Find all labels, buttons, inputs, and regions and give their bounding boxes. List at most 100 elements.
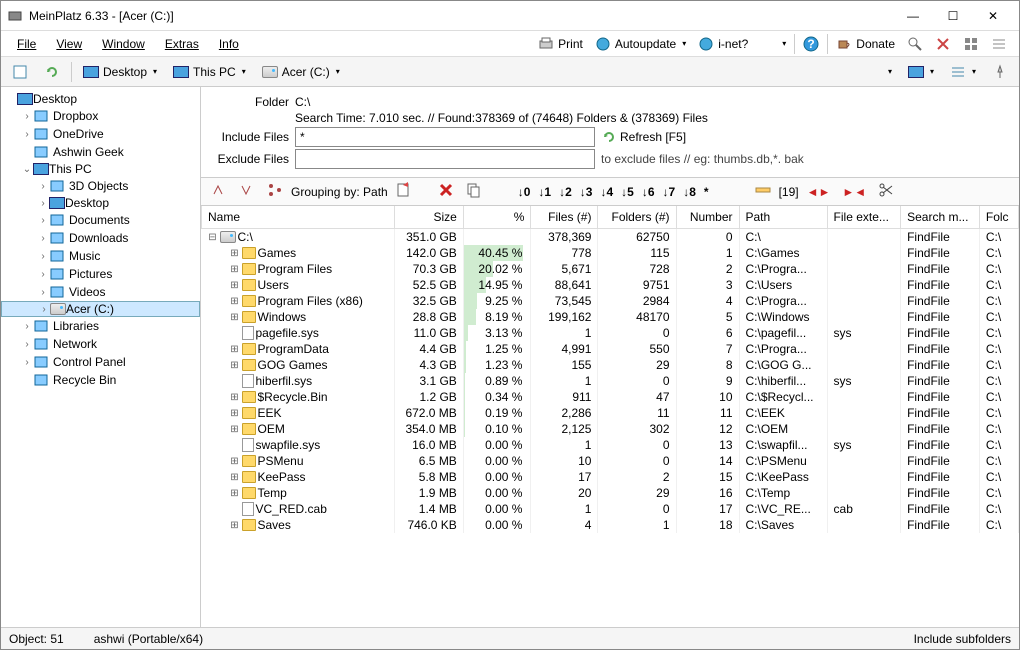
column-header[interactable]: Files (#) [531, 206, 598, 229]
copy-button[interactable] [462, 180, 486, 203]
table-row[interactable]: ⊞Games142.0 GB40.45 %7781151C:\GamesFind… [202, 245, 1019, 261]
tree-twisty[interactable]: › [37, 269, 49, 280]
level-L0[interactable]: ↓0 [514, 185, 535, 201]
resize-left-button[interactable]: ◄► [803, 183, 835, 201]
expand-toggle[interactable]: ⊞ [230, 424, 240, 435]
close-button[interactable]: ✕ [973, 2, 1013, 30]
expand-toggle[interactable]: ⊞ [230, 280, 240, 291]
tree-twisty[interactable]: › [37, 287, 49, 298]
tree-item-3d-objects[interactable]: ›3D Objects [1, 177, 200, 195]
file-grid[interactable]: NameSize%Files (#)Folders (#)NumberPathF… [201, 206, 1019, 627]
table-row[interactable]: hiberfil.sys3.1 GB0.89 %109C:\hiberfil..… [202, 373, 1019, 389]
tree-item-ashwin-geek[interactable]: Ashwin Geek [1, 143, 200, 161]
tree-twisty[interactable]: › [21, 321, 33, 332]
inet-button[interactable]: i-net?▾ [692, 34, 792, 54]
expand-toggle[interactable]: ⊞ [230, 312, 240, 323]
table-row[interactable]: ⊟C:\351.0 GB378,369627500C:\FindFileC:\ [202, 229, 1019, 246]
level-L5[interactable]: ↓5 [617, 185, 638, 201]
tree-item-this-pc[interactable]: ⌄This PC [1, 161, 200, 177]
donate-button[interactable]: Donate [830, 34, 901, 54]
toolbar-list[interactable]: ▾ [943, 60, 983, 84]
column-header[interactable]: Folc [979, 206, 1018, 229]
column-header[interactable]: Search m... [901, 206, 980, 229]
nav-new-button[interactable] [5, 60, 35, 84]
tool-icon-3[interactable] [957, 34, 985, 54]
include-files-input[interactable] [295, 127, 595, 147]
expand-toggle[interactable]: ⊞ [230, 392, 240, 403]
nav-refresh-button[interactable] [37, 60, 67, 84]
expand-toggle[interactable]: ⊞ [230, 520, 240, 531]
table-row[interactable]: ⊞Saves746.0 KB0.00 %4118C:\SavesFindFile… [202, 517, 1019, 533]
level-L3[interactable]: ↓3 [576, 185, 597, 201]
table-row[interactable]: ⊞EEK672.0 MB0.19 %2,2861111C:\EEKFindFil… [202, 405, 1019, 421]
level-L8[interactable]: ↓8 [679, 185, 700, 201]
level-L2[interactable]: ↓2 [555, 185, 576, 201]
tree-twisty[interactable]: › [21, 357, 33, 368]
tool-icon-4[interactable] [985, 34, 1013, 54]
tree-item-control-panel[interactable]: ›Control Panel [1, 353, 200, 371]
tree-item-downloads[interactable]: ›Downloads [1, 229, 200, 247]
tree-twisty[interactable]: › [37, 181, 49, 192]
expand-toggle[interactable]: ⊞ [230, 456, 240, 467]
tree-item-desktop[interactable]: ›Desktop [1, 195, 200, 211]
refresh-button[interactable]: Refresh [F5] [601, 129, 686, 145]
toolbar-monitor[interactable]: ▾ [901, 62, 941, 82]
group-export[interactable] [392, 180, 416, 203]
table-row[interactable]: ⊞Windows28.8 GB8.19 %199,162481705C:\Win… [202, 309, 1019, 325]
nav-thispc[interactable]: This PC▾ [166, 61, 253, 83]
column-header[interactable]: % [463, 206, 531, 229]
print-button[interactable]: Print [532, 34, 589, 54]
folder-tree[interactable]: Desktop›Dropbox›OneDriveAshwin Geek⌄This… [1, 87, 201, 627]
tree-twisty[interactable]: › [37, 215, 49, 226]
group-tool-3[interactable] [263, 180, 287, 203]
column-header[interactable]: Folders (#) [598, 206, 676, 229]
tree-twisty[interactable]: ⌄ [21, 164, 33, 175]
menu-window[interactable]: Window [92, 34, 155, 54]
level-L6[interactable]: ↓6 [638, 185, 659, 201]
expand-toggle[interactable]: ⊞ [230, 344, 240, 355]
table-row[interactable]: ⊞Users52.5 GB14.95 %88,64197513C:\UsersF… [202, 277, 1019, 293]
tree-item-libraries[interactable]: ›Libraries [1, 317, 200, 335]
table-row[interactable]: ⊞OEM354.0 MB0.10 %2,12530212C:\OEMFindFi… [202, 421, 1019, 437]
table-row[interactable]: ⊞Program Files (x86)32.5 GB9.25 %73,5452… [202, 293, 1019, 309]
tree-twisty[interactable]: › [37, 233, 49, 244]
menu-view[interactable]: View [46, 34, 92, 54]
menu-info[interactable]: Info [209, 34, 249, 54]
scissors-button[interactable] [874, 180, 898, 203]
table-row[interactable]: ⊞Temp1.9 MB0.00 %202916C:\TempFindFileC:… [202, 485, 1019, 501]
tree-twisty[interactable]: › [21, 129, 33, 140]
tree-item-onedrive[interactable]: ›OneDrive [1, 125, 200, 143]
level-*[interactable]: * [700, 185, 713, 201]
maximize-button[interactable]: ☐ [933, 2, 973, 30]
level-L4[interactable]: ↓4 [596, 185, 617, 201]
tree-item-videos[interactable]: ›Videos [1, 283, 200, 301]
tree-twisty[interactable]: › [38, 304, 50, 315]
table-row[interactable]: VC_RED.cab1.4 MB0.00 %1017C:\VC_RE...cab… [202, 501, 1019, 517]
tool-icon-2[interactable] [929, 34, 957, 54]
tree-item-desktop[interactable]: Desktop [1, 91, 200, 107]
menu-extras[interactable]: Extras [155, 34, 209, 54]
level-L7[interactable]: ↓7 [659, 185, 680, 201]
tree-item-dropbox[interactable]: ›Dropbox [1, 107, 200, 125]
autoupdate-button[interactable]: Autoupdate▾ [589, 34, 692, 54]
tree-twisty[interactable]: › [21, 339, 33, 350]
resize-right-button[interactable]: ►◄ [838, 183, 870, 201]
expand-toggle[interactable]: ⊟ [208, 232, 218, 243]
expand-toggle[interactable]: ⊞ [230, 360, 240, 371]
nav-desktop[interactable]: Desktop▾ [76, 61, 164, 83]
expand-toggle[interactable]: ⊞ [230, 264, 240, 275]
minimize-button[interactable]: — [893, 2, 933, 30]
toolbar-view-dd[interactable]: ▾ [879, 63, 899, 80]
tree-item-network[interactable]: ›Network [1, 335, 200, 353]
ruler-button[interactable] [751, 180, 775, 203]
table-row[interactable]: ⊞ProgramData4.4 GB1.25 %4,9915507C:\Prog… [202, 341, 1019, 357]
column-header[interactable]: Size [395, 206, 464, 229]
column-header[interactable]: File exte... [827, 206, 901, 229]
table-row[interactable]: swapfile.sys16.0 MB0.00 %1013C:\swapfil.… [202, 437, 1019, 453]
tool-icon-1[interactable] [901, 34, 929, 54]
expand-toggle[interactable]: ⊞ [230, 296, 240, 307]
tree-item-pictures[interactable]: ›Pictures [1, 265, 200, 283]
table-row[interactable]: pagefile.sys11.0 GB3.13 %106C:\pagefil..… [202, 325, 1019, 341]
delete-button[interactable] [434, 180, 458, 203]
table-row[interactable]: ⊞PSMenu6.5 MB0.00 %10014C:\PSMenuFindFil… [202, 453, 1019, 469]
